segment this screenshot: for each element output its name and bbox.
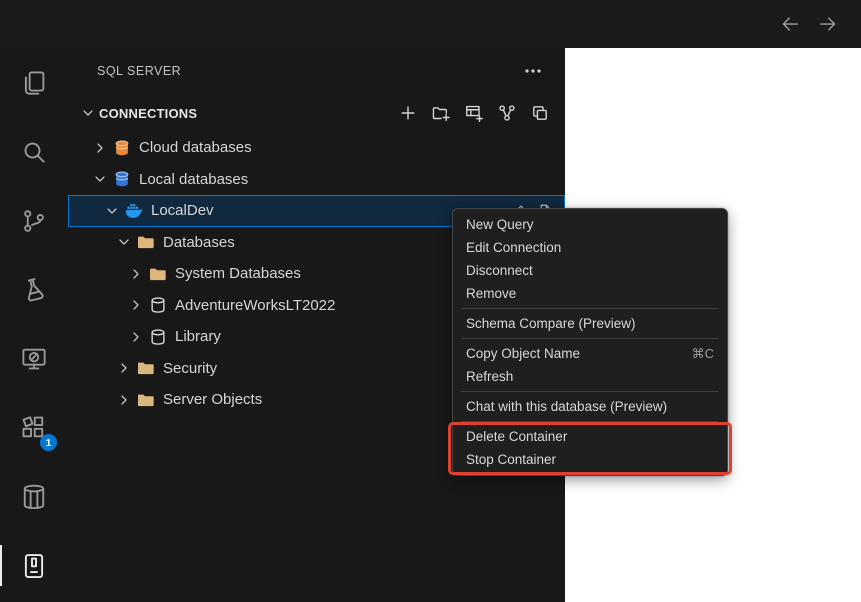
activity-bar-item-sql-server[interactable] — [0, 531, 68, 600]
context-menu: New Query Edit Connection Disconnect Remove… — [452, 208, 728, 476]
chevron-down-icon[interactable] — [92, 171, 108, 187]
add-connection-button[interactable] — [399, 104, 417, 122]
chevron-right-icon[interactable] — [116, 392, 132, 408]
menu-item-chat-with-this-database-preview[interactable]: Chat with this database (Preview) — [453, 395, 727, 418]
files-icon — [19, 68, 49, 98]
menu-item-label: Remove — [466, 286, 516, 301]
activity-bar-item-containers[interactable] — [0, 462, 68, 531]
menu-item-label: Copy Object Name — [466, 346, 580, 361]
folder-icon — [137, 233, 155, 251]
menu-item-remove[interactable]: Remove — [453, 282, 727, 305]
activity-bar-item-testing[interactable] — [0, 255, 68, 324]
docker-icon — [125, 202, 143, 220]
menu-item-label: Disconnect — [466, 263, 533, 278]
title-bar — [0, 0, 861, 48]
menu-item-stop-container[interactable]: Stop Container — [453, 448, 727, 471]
menu-separator — [461, 391, 719, 392]
folder-icon — [149, 265, 167, 283]
more-actions-icon[interactable] — [523, 61, 543, 81]
chevron-down-icon[interactable] — [116, 234, 132, 250]
new-deployment-button[interactable] — [465, 104, 483, 122]
activity-bar-item-source-control[interactable] — [0, 186, 68, 255]
folder-icon — [137, 391, 155, 409]
source-control-icon — [19, 206, 49, 236]
menu-item-label: Delete Container — [466, 429, 567, 444]
menu-separator — [461, 421, 719, 422]
barrel-icon — [19, 482, 49, 512]
tree-item-label: AdventureWorksLT2022 — [175, 297, 335, 314]
chevron-right-icon[interactable] — [128, 329, 144, 345]
sidebar-title: SQL SERVER — [97, 64, 181, 78]
menu-item-disconnect[interactable]: Disconnect — [453, 259, 727, 282]
db-orange-icon — [113, 139, 131, 157]
tree-item-label: Library — [175, 328, 221, 345]
menu-item-new-query[interactable]: New Query — [453, 213, 727, 236]
activity-bar-item-explorer[interactable] — [0, 48, 68, 117]
chevron-right-icon[interactable] — [92, 140, 108, 156]
menu-item-label: Refresh — [466, 369, 513, 384]
beaker-icon — [19, 275, 49, 305]
menu-item-delete-container[interactable]: Delete Container — [453, 425, 727, 448]
history-back-button[interactable] — [779, 13, 801, 35]
tree-item-label: Cloud databases — [139, 139, 252, 156]
sql-server-icon — [19, 551, 49, 581]
menu-item-edit-connection[interactable]: Edit Connection — [453, 236, 727, 259]
menu-separator — [461, 308, 719, 309]
menu-separator — [461, 338, 719, 339]
menu-item-refresh[interactable]: Refresh — [453, 365, 727, 388]
menu-item-label: Edit Connection — [466, 240, 561, 255]
activity-bar-item-remote-explorer[interactable] — [0, 324, 68, 393]
connections-section-header[interactable]: CONNECTIONS — [68, 94, 565, 132]
tree-item-local-databases[interactable]: Local databases — [68, 164, 565, 196]
chevron-right-icon[interactable] — [128, 297, 144, 313]
activity-bar: 1 — [0, 48, 68, 602]
menu-item-label: Chat with this database (Preview) — [466, 399, 667, 414]
connections-toolbar — [399, 104, 549, 122]
menu-item-copy-object-name[interactable]: Copy Object Name ⌘C — [453, 342, 727, 365]
activity-bar-item-search[interactable] — [0, 117, 68, 186]
new-connection-group-button[interactable] — [432, 104, 450, 122]
chevron-down-icon[interactable] — [80, 105, 96, 121]
connections-section-label: CONNECTIONS — [99, 106, 197, 121]
activity-bar-item-extensions[interactable]: 1 — [0, 393, 68, 462]
chevron-down-icon[interactable] — [104, 203, 120, 219]
chevron-right-icon[interactable] — [116, 360, 132, 376]
sidebar-header: SQL SERVER — [68, 48, 565, 94]
tree-item-label: System Databases — [175, 265, 301, 282]
search-icon — [19, 137, 49, 167]
db-gray-icon — [149, 296, 167, 314]
history-forward-button[interactable] — [817, 13, 839, 35]
menu-item-label: Schema Compare (Preview) — [466, 316, 636, 331]
menu-item-label: Stop Container — [466, 452, 556, 467]
tree-item-label: Server Objects — [163, 391, 262, 408]
chevron-right-icon[interactable] — [128, 266, 144, 282]
tree-item-label: Security — [163, 360, 217, 377]
db-gray-icon — [149, 328, 167, 346]
notification-badge: 1 — [40, 434, 57, 451]
db-blue-icon — [113, 170, 131, 188]
tree-item-label: Databases — [163, 234, 235, 251]
menu-item-schema-compare-preview[interactable]: Schema Compare (Preview) — [453, 312, 727, 335]
folder-icon — [137, 359, 155, 377]
menu-item-label: New Query — [466, 217, 534, 232]
connect-to-server-button[interactable] — [498, 104, 516, 122]
tree-item-label: LocalDev — [151, 202, 214, 219]
menu-item-shortcut: ⌘C — [692, 346, 714, 362]
tree-item-cloud-databases[interactable]: Cloud databases — [68, 132, 565, 164]
duplicate-connection-button[interactable] — [531, 104, 549, 122]
tree-item-label: Local databases — [139, 171, 248, 188]
monitor-slash-icon — [19, 344, 49, 374]
